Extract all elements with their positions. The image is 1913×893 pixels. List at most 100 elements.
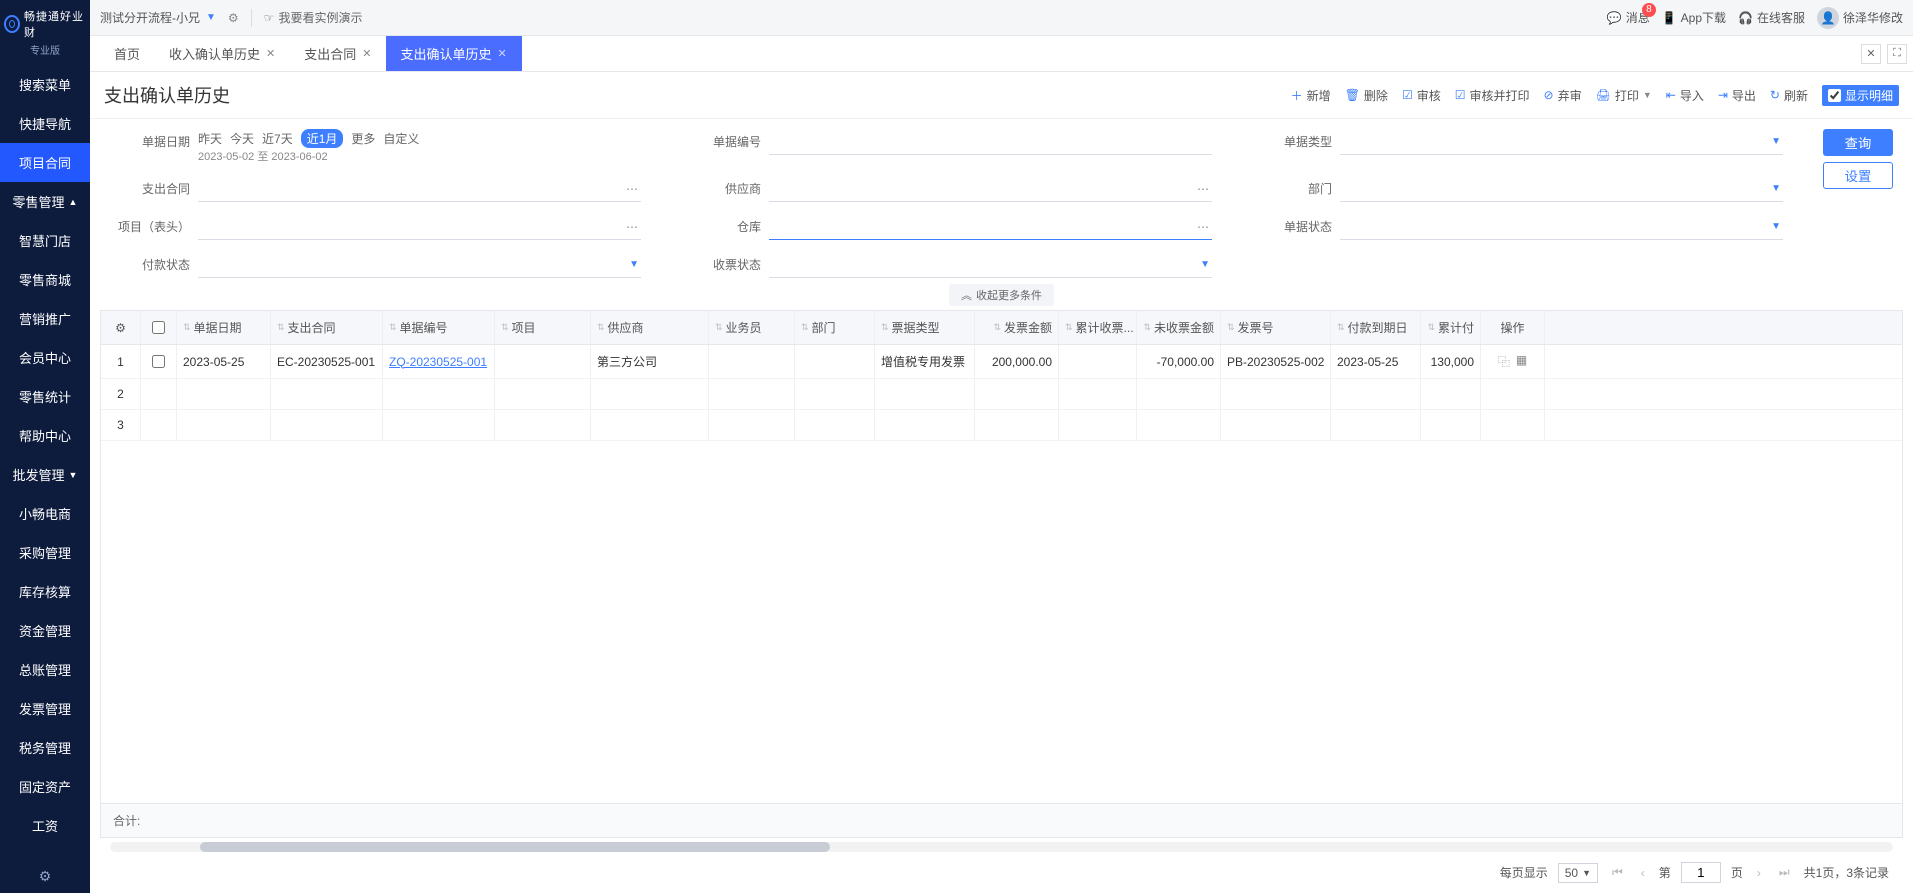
sidebar-item-salary[interactable]: 工资 (0, 806, 90, 845)
discard-button[interactable]: ⊘弃审 (1544, 87, 1582, 104)
ellipsis-icon[interactable]: ⋯ (1197, 182, 1210, 196)
sidebar-item-invoice[interactable]: 发票管理 (0, 689, 90, 728)
filter-paystatus-select[interactable]: ▼ (198, 252, 641, 278)
filter-invstatus-select[interactable]: ▼ (769, 252, 1212, 278)
row-checkbox[interactable] (152, 355, 165, 368)
filter-supplier-select[interactable]: ⋯ (769, 176, 1212, 202)
print-button[interactable]: 🖨打印▼ (1596, 87, 1652, 104)
filter-docstatus-select[interactable]: ▼ (1340, 214, 1783, 240)
col-docno[interactable]: ⇅单据编号 (383, 311, 495, 344)
scrollbar-thumb[interactable] (200, 842, 830, 852)
ellipsis-icon[interactable]: ⋯ (1197, 220, 1210, 234)
col-invamt[interactable]: ⇅发票金额 (975, 311, 1059, 344)
collapse-filters-button[interactable]: ︽收起更多条件 (949, 284, 1054, 306)
col-invno[interactable]: ⇅发票号 (1221, 311, 1331, 344)
table-row[interactable]: 3 (101, 410, 1902, 441)
col-supplier[interactable]: ⇅供应商 (591, 311, 709, 344)
sidebar-item-purchase[interactable]: 采购管理 (0, 533, 90, 572)
show-detail-checkbox[interactable] (1828, 89, 1841, 102)
sidebar-item-funds[interactable]: 资金管理 (0, 611, 90, 650)
sidebar-item-retail-stats[interactable]: 零售统计 (0, 377, 90, 416)
filter-doctype-select[interactable]: ▼ (1340, 129, 1783, 155)
close-all-tabs-button[interactable]: ✕ (1861, 44, 1881, 64)
sidebar-item-inventory[interactable]: 库存核算 (0, 572, 90, 611)
col-select-all[interactable] (141, 311, 177, 344)
tab-expense-confirm-history[interactable]: 支出确认单历史✕ (386, 36, 521, 71)
col-invtype[interactable]: ⇅票据类型 (875, 311, 975, 344)
settings-button[interactable]: 设置 (1823, 162, 1893, 189)
sidebar-item-smart-store[interactable]: 智慧门店 (0, 221, 90, 260)
close-icon[interactable]: ✕ (498, 47, 507, 60)
sidebar-item-fixed-assets[interactable]: 固定资产 (0, 767, 90, 806)
sidebar-settings[interactable]: ⚙ (0, 860, 90, 893)
sidebar-item-ledger[interactable]: 总账管理 (0, 650, 90, 689)
sidebar-item-quicknav[interactable]: 快捷导航 (0, 104, 90, 143)
col-unrec[interactable]: ⇅未收票金额 (1137, 311, 1221, 344)
project-settings-icon[interactable]: ⚙ (228, 11, 239, 25)
col-sales[interactable]: ⇅业务员 (709, 311, 795, 344)
col-date[interactable]: ⇅单据日期 (177, 311, 271, 344)
col-cumpay[interactable]: ⇅累计付 (1421, 311, 1481, 344)
sidebar-item-project-contract[interactable]: 项目合同 (0, 143, 90, 182)
show-detail-toggle[interactable]: 显示明细 (1822, 85, 1899, 106)
tab-income-history[interactable]: 收入确认单历史✕ (155, 36, 290, 71)
date-opt-custom[interactable]: 自定义 (383, 130, 419, 147)
col-paydue[interactable]: ⇅付款到期日 (1331, 311, 1421, 344)
page-input[interactable] (1681, 862, 1721, 883)
sidebar-item-tax[interactable]: 税务管理 (0, 728, 90, 767)
query-button[interactable]: 查询 (1823, 129, 1893, 156)
table-row[interactable]: 2 (101, 379, 1902, 410)
user-menu[interactable]: 👤 徐泽华修改 (1817, 7, 1903, 29)
messages-button[interactable]: 💬 消息 8 (1607, 9, 1650, 26)
date-opt-today[interactable]: 今天 (230, 130, 254, 147)
date-opt-more[interactable]: 更多 (351, 130, 375, 147)
tab-home[interactable]: 首页 (100, 36, 155, 71)
col-contract[interactable]: ⇅支出合同 (271, 311, 383, 344)
audit-print-button[interactable]: ☑审核并打印 (1455, 87, 1530, 104)
page-size-select[interactable]: 50▼ (1558, 863, 1598, 883)
import-button[interactable]: ⇤导入 (1666, 87, 1704, 104)
demo-link[interactable]: ☞ 我要看实例演示 (264, 9, 363, 26)
delete-button[interactable]: 🗑删除 (1345, 87, 1388, 104)
ellipsis-icon[interactable]: ⋯ (626, 220, 639, 234)
add-button[interactable]: ＋新增 (1291, 87, 1331, 104)
project-selector[interactable]: 测试分开流程-小兄 ▼ (100, 9, 216, 26)
docno-link[interactable]: ZQ-20230525-001 (389, 355, 487, 369)
col-cuminv[interactable]: ⇅累计收票... (1059, 311, 1137, 344)
refresh-button[interactable]: ↻刷新 (1770, 87, 1808, 104)
next-page-button[interactable]: › (1753, 866, 1765, 880)
date-opt-yesterday[interactable]: 昨天 (198, 130, 222, 147)
sidebar-item-help[interactable]: 帮助中心 (0, 416, 90, 455)
filter-warehouse-select[interactable]: ⋯ (769, 214, 1212, 240)
col-project[interactable]: ⇅项目 (495, 311, 591, 344)
table-row[interactable]: 1 2023-05-25 EC-20230525-001 ZQ-20230525… (101, 345, 1902, 379)
select-all-checkbox[interactable] (152, 321, 165, 334)
support-button[interactable]: 🎧 在线客服 (1738, 9, 1805, 26)
filter-project-select[interactable]: ⋯ (198, 214, 641, 240)
horizontal-scrollbar[interactable] (110, 842, 1893, 852)
close-icon[interactable]: ✕ (362, 47, 371, 60)
date-opt-1m[interactable]: 近1月 (301, 129, 344, 148)
col-dept[interactable]: ⇅部门 (795, 311, 875, 344)
sidebar-item-member[interactable]: 会员中心 (0, 338, 90, 377)
date-opt-7d[interactable]: 近7天 (262, 130, 293, 147)
sidebar-item-retail-mall[interactable]: 零售商城 (0, 260, 90, 299)
sidebar-item-marketing[interactable]: 营销推广 (0, 299, 90, 338)
sidebar-item-search[interactable]: 搜索菜单 (0, 65, 90, 104)
prev-page-button[interactable]: ‹ (1637, 866, 1649, 880)
last-page-button[interactable]: ⏭ (1775, 865, 1794, 880)
sidebar-item-wholesale[interactable]: 批发管理▼ (0, 455, 90, 494)
sidebar-item-ecommerce[interactable]: 小畅电商 (0, 494, 90, 533)
tab-expense-contract[interactable]: 支出合同✕ (290, 36, 386, 71)
close-icon[interactable]: ✕ (266, 47, 275, 60)
ellipsis-icon[interactable]: ⋯ (626, 182, 639, 196)
filter-contract-select[interactable]: ⋯ (198, 176, 641, 202)
filter-docno-input[interactable] (769, 129, 1212, 155)
audit-button[interactable]: ☑审核 (1402, 87, 1441, 104)
export-button[interactable]: ⇥导出 (1718, 87, 1756, 104)
row-qr-icon[interactable]: ▦ (1516, 353, 1527, 370)
sidebar-item-retail[interactable]: 零售管理▲ (0, 182, 90, 221)
row-copy-icon[interactable]: ⿻ (1498, 353, 1510, 370)
app-download-button[interactable]: 📱 App下载 (1662, 9, 1726, 26)
fullscreen-button[interactable]: ⛶ (1887, 44, 1907, 64)
